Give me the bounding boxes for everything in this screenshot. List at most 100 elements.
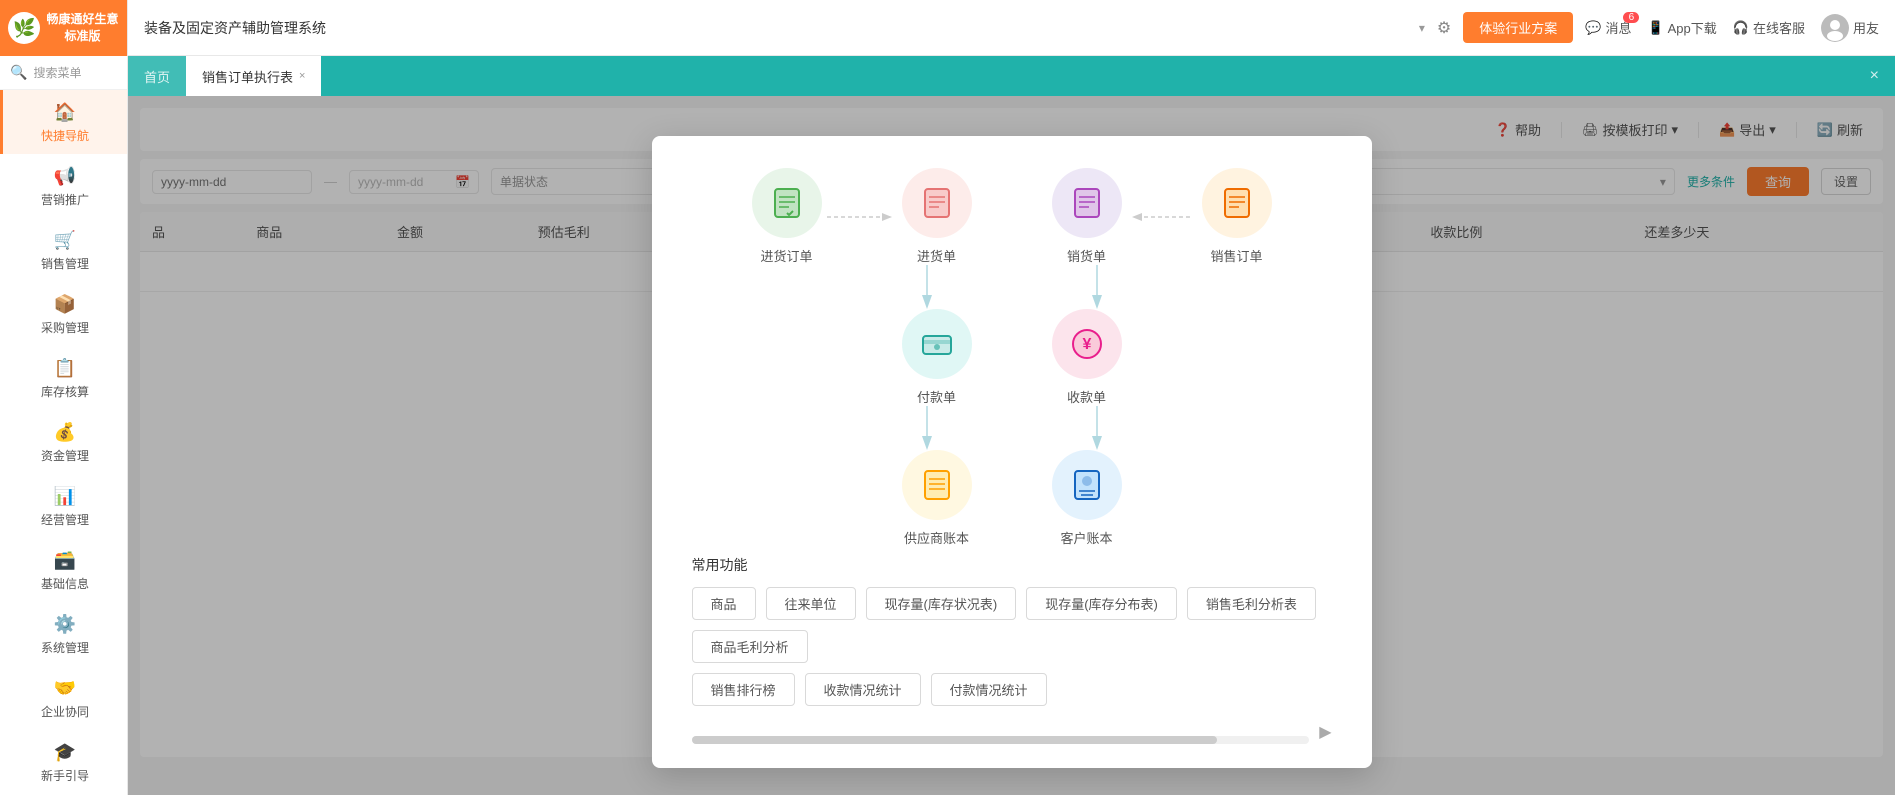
sales-row1: 销货单 销售订单 xyxy=(1052,168,1272,265)
sales-label: 销售管理 xyxy=(41,255,89,272)
sidebar-item-purchase[interactable]: 📦 采购管理 xyxy=(0,282,127,346)
tab-close-button[interactable]: × xyxy=(1854,67,1895,85)
sidebar-item-finance[interactable]: 💰 资金管理 xyxy=(0,410,127,474)
avatar xyxy=(1821,14,1849,42)
enterprise-label: 企业协同 xyxy=(41,703,89,720)
sidebar-item-basic[interactable]: 🗃️ 基础信息 xyxy=(0,538,127,602)
message-icon: 💬 xyxy=(1585,20,1601,36)
app-download-action[interactable]: 📱 App下载 xyxy=(1647,18,1716,37)
sidebar-item-system[interactable]: ⚙️ 系统管理 xyxy=(0,602,127,666)
func-btn-sales-margin[interactable]: 销售毛利分析表 xyxy=(1187,587,1316,620)
content-area: ❓ 帮助 🖨 按模板打印 ▾ 📤 导出 ▾ xyxy=(128,96,1895,795)
flow-purchase-section: 进货订单 进货单 xyxy=(752,168,972,547)
topbar: 装备及固定资产辅助管理系统 ▾ ⚙ 体验行业方案 💬 6 消息 📱 App下载 … xyxy=(128,0,1895,56)
func-btn-partner[interactable]: 往来单位 xyxy=(766,587,856,620)
inventory-icon: 📋 xyxy=(54,358,76,379)
sales-order-circle xyxy=(1202,168,1272,238)
func-buttons-row1: 商品 往来单位 现存量(库存状况表) 现存量(库存分布表) 销售毛利分析表 商品… xyxy=(692,587,1332,663)
purchase-order-label: 进货订单 xyxy=(760,246,812,265)
logo-text: 畅康通好生意 标准版 xyxy=(46,11,118,45)
purchase-row1: 进货订单 进货单 xyxy=(752,168,972,265)
func-btn-payment-stats[interactable]: 付款情况统计 xyxy=(931,673,1047,706)
quick-label: 快捷导航 xyxy=(41,127,89,144)
sidebar-item-marketing[interactable]: 📢 营销推广 xyxy=(0,154,127,218)
sidebar-search[interactable]: 🔍 搜索菜单 xyxy=(0,56,127,90)
topbar-dropdown-icon[interactable]: ▾ xyxy=(1419,21,1425,35)
system-title: 装备及固定资产辅助管理系统 xyxy=(144,18,1407,38)
func-btn-goods[interactable]: 商品 xyxy=(692,587,756,620)
tab-home[interactable]: 首页 xyxy=(128,56,186,96)
connector-v3 xyxy=(1087,265,1107,309)
sidebar-nav: 🏠 快捷导航 📢 营销推广 🛒 销售管理 📦 采购管理 📋 库存核算 💰 xyxy=(0,90,127,795)
message-badge: 6 xyxy=(1623,12,1639,23)
user-label: 用友 xyxy=(1853,18,1879,37)
flow-receipt[interactable]: ¥ 收款单 xyxy=(1052,309,1122,406)
sidebar-item-quick[interactable]: 🏠 快捷导航 xyxy=(0,90,127,154)
receipt-label: 收款单 xyxy=(1067,387,1106,406)
func-btn-stock-dist[interactable]: 现存量(库存分布表) xyxy=(1026,587,1177,620)
func-btn-goods-margin[interactable]: 商品毛利分析 xyxy=(692,630,808,663)
supplier-ledger-circle xyxy=(902,450,972,520)
download-icon: 📱 xyxy=(1647,20,1663,36)
sales-bill-label: 销货单 xyxy=(1067,246,1106,265)
connector-h2 xyxy=(1122,207,1202,227)
flow-purchase-bill[interactable]: 进货单 xyxy=(902,168,972,265)
operations-label: 经营管理 xyxy=(41,511,89,528)
flow-sales-bill[interactable]: 销货单 xyxy=(1052,168,1122,265)
func-btn-receipt-stats[interactable]: 收款情况统计 xyxy=(805,673,921,706)
user-action[interactable]: 用友 xyxy=(1821,14,1879,42)
gear-icon[interactable]: ⚙ xyxy=(1437,18,1451,38)
enterprise-icon: 🤝 xyxy=(54,678,76,699)
func-btn-stock-status[interactable]: 现存量(库存状况表) xyxy=(866,587,1017,620)
flow-payment[interactable]: 付款单 xyxy=(902,309,972,406)
purchase-label: 采购管理 xyxy=(41,319,89,336)
tabbar: 首页 销售订单执行表 × × xyxy=(128,56,1895,96)
sidebar-item-operations[interactable]: 📊 经营管理 xyxy=(0,474,127,538)
scroll-right-arrow[interactable]: ▶ xyxy=(1319,722,1331,742)
sidebar-item-newbie[interactable]: 🎓 新手引导 xyxy=(0,730,127,794)
sidebar-item-enterprise[interactable]: 🤝 企业协同 xyxy=(0,666,127,730)
flow-customer-ledger[interactable]: 客户账本 xyxy=(1052,450,1122,547)
flow-receipt-wrapper: ¥ 收款单 xyxy=(1052,309,1122,406)
operations-icon: 📊 xyxy=(54,486,76,507)
online-service-label: 在线客服 xyxy=(1753,18,1805,37)
payment-label: 付款单 xyxy=(917,387,956,406)
tab-close-icon[interactable]: × xyxy=(299,70,305,82)
quick-icon: 🏠 xyxy=(54,102,76,123)
purchase-bill-label: 进货单 xyxy=(917,246,956,265)
modal-scrollbar-wrapper: ▶ xyxy=(692,720,1332,744)
flow-supplier-ledger[interactable]: 供应商账本 xyxy=(902,450,972,547)
connector-v2 xyxy=(917,406,937,450)
flow-sales-order[interactable]: 销售订单 xyxy=(1202,168,1272,265)
message-action[interactable]: 💬 6 消息 xyxy=(1585,18,1631,37)
sidebar: 🌿 畅康通好生意 标准版 🔍 搜索菜单 🏠 快捷导航 📢 营销推广 🛒 xyxy=(0,0,128,795)
marketing-icon: 📢 xyxy=(54,166,76,187)
flow-diagram: 进货订单 进货单 xyxy=(692,168,1332,547)
receipt-circle: ¥ xyxy=(1052,309,1122,379)
purchase-bill-circle xyxy=(902,168,972,238)
scrollbar-thumb[interactable] xyxy=(692,736,1217,744)
app-download-label: App下载 xyxy=(1668,18,1717,37)
sidebar-logo: 🌿 畅康通好生意 标准版 xyxy=(0,0,127,56)
newbie-icon: 🎓 xyxy=(54,742,76,763)
sidebar-item-inventory[interactable]: 📋 库存核算 xyxy=(0,346,127,410)
purchase-icon: 📦 xyxy=(54,294,76,315)
supplier-ledger-label: 供应商账本 xyxy=(904,528,969,547)
online-service-action[interactable]: 🎧 在线客服 xyxy=(1733,18,1805,37)
system-icon: ⚙️ xyxy=(54,614,76,635)
sidebar-item-sales[interactable]: 🛒 销售管理 xyxy=(0,218,127,282)
system-label: 系统管理 xyxy=(41,639,89,656)
marketing-label: 营销推广 xyxy=(41,191,89,208)
func-btn-sales-rank[interactable]: 销售排行榜 xyxy=(692,673,795,706)
modal-scrollbar xyxy=(692,736,1310,744)
finance-icon: 💰 xyxy=(54,422,76,443)
tab-sales-label: 销售订单执行表 xyxy=(202,67,293,86)
customer-ledger-circle xyxy=(1052,450,1122,520)
tab-sales-order[interactable]: 销售订单执行表 × xyxy=(186,56,321,96)
flow-purchase-order[interactable]: 进货订单 xyxy=(752,168,822,265)
trial-button[interactable]: 体验行业方案 xyxy=(1463,12,1573,43)
quicknav-modal: 进货订单 进货单 xyxy=(652,136,1372,768)
basic-icon: 🗃️ xyxy=(54,550,76,571)
purchase-order-circle xyxy=(752,168,822,238)
service-icon: 🎧 xyxy=(1733,20,1749,36)
